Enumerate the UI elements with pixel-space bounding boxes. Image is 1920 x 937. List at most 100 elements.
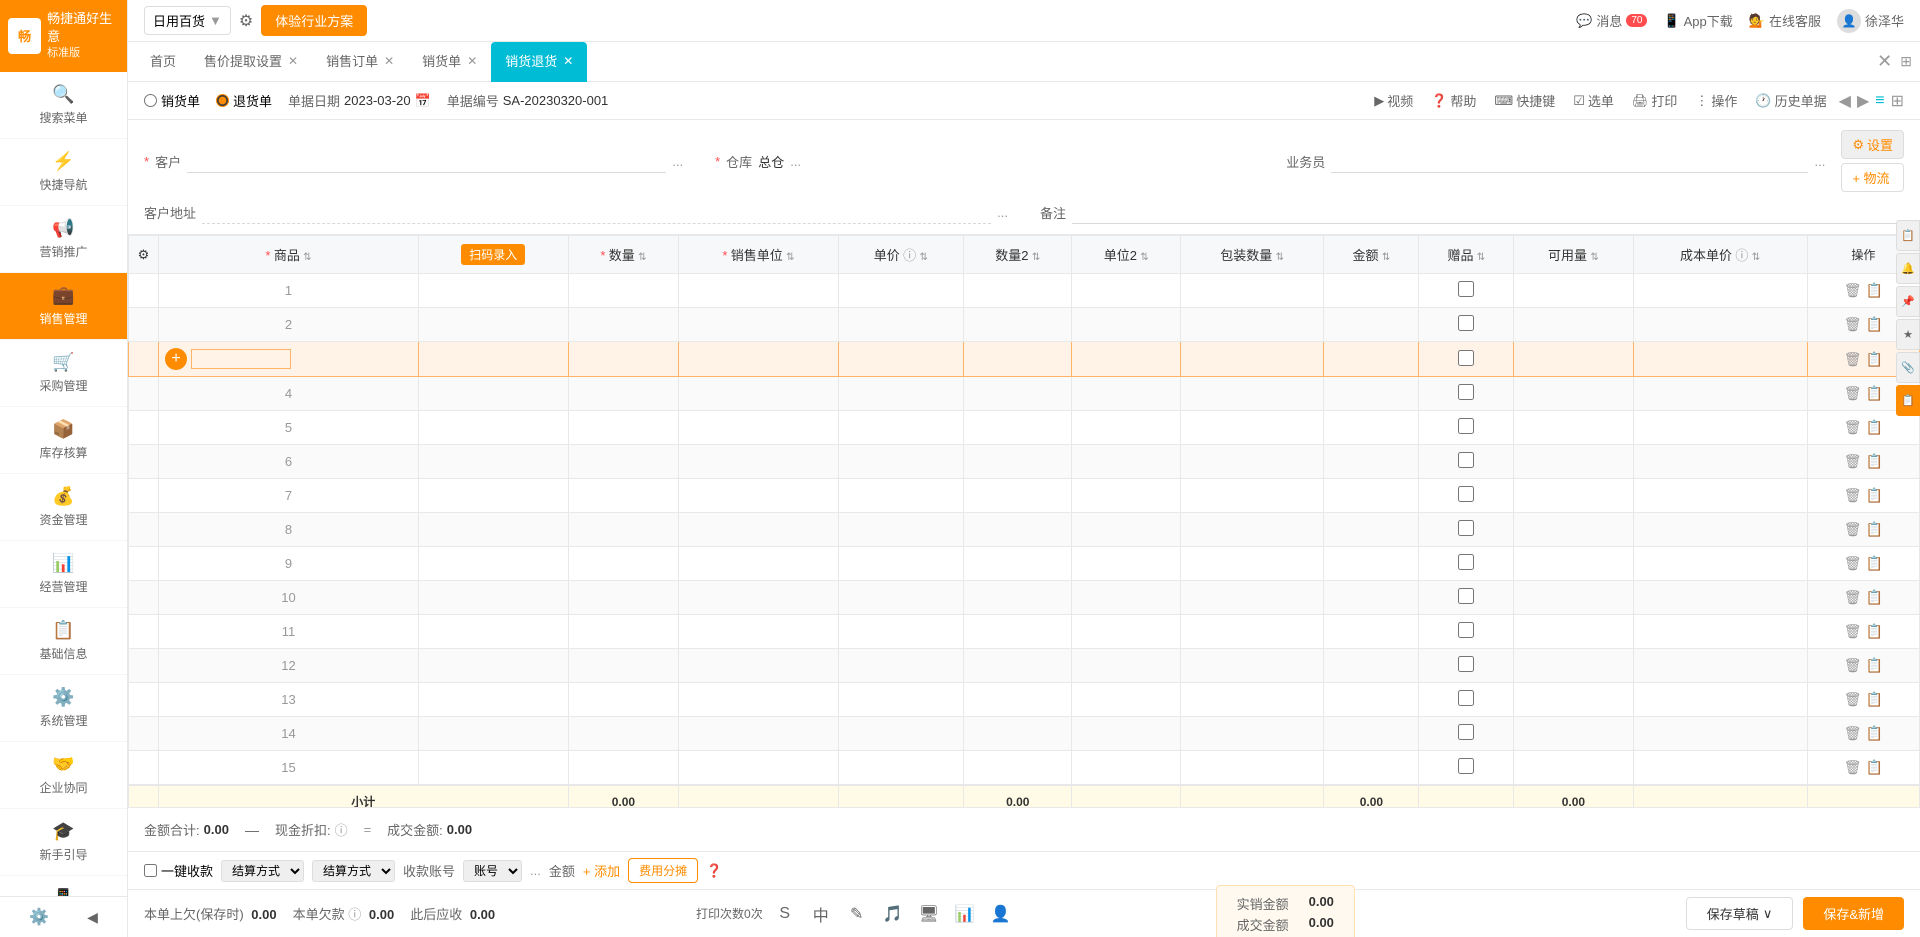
sidebar-item-finance[interactable]: 💰 资金管理: [0, 474, 127, 541]
footer-icon-4[interactable]: 🎵: [879, 900, 907, 928]
sort-qty2-icon[interactable]: ⇅: [1032, 252, 1040, 263]
calendar-icon[interactable]: 📅: [415, 93, 431, 109]
minus-icon[interactable]: —: [245, 822, 259, 838]
tab-sales-order[interactable]: 销售订单 ✕: [312, 42, 408, 82]
copy-row-icon-12[interactable]: 📋: [1866, 657, 1883, 674]
delete-row-icon-10[interactable]: 🗑: [1844, 589, 1862, 606]
footer-icon-3[interactable]: ✎: [843, 900, 871, 928]
sidebar-item-shortcut[interactable]: ⚡ 快捷导航: [0, 139, 127, 206]
sort-pkg-icon[interactable]: ⇅: [1276, 252, 1284, 263]
one-click-payment-checkbox[interactable]: [144, 864, 157, 877]
gift-checkbox-8[interactable]: [1458, 520, 1474, 536]
footer-icon-7[interactable]: 👤: [987, 900, 1015, 928]
tab-close-all-icon[interactable]: ✕: [1877, 51, 1892, 72]
col-package-qty-header[interactable]: 包装数量 ⇅: [1180, 236, 1324, 274]
sidebar-item-purchase[interactable]: 🛒 采购管理: [0, 340, 127, 407]
shortcut-btn[interactable]: ⌨ 快捷键: [1488, 88, 1561, 113]
return-radio[interactable]: [216, 94, 229, 107]
float-btn-6[interactable]: 📋: [1896, 385, 1920, 416]
delete-row-icon-13[interactable]: 🗑: [1844, 691, 1862, 708]
sidebar-item-sales[interactable]: 💼 销售管理: [0, 273, 127, 340]
industry-selector[interactable]: 日用百货 ▼: [144, 6, 231, 35]
gift-checkbox-2[interactable]: [1458, 315, 1474, 331]
return-radio-label[interactable]: 退货单: [216, 91, 272, 110]
col-sales-unit-header[interactable]: * 销售单位 ⇅: [679, 236, 838, 274]
tab-sales-return[interactable]: 销货退货 ✕: [491, 42, 587, 82]
delete-row-icon-12[interactable]: 🗑: [1844, 657, 1862, 674]
expense-split-btn[interactable]: 费用分摊: [628, 858, 698, 883]
col-product-header[interactable]: * 商品 ⇅: [159, 236, 419, 274]
footer-icon-2[interactable]: 中: [807, 900, 835, 928]
close-sales-order-tab[interactable]: ✕: [384, 54, 394, 68]
delete-row-icon-3[interactable]: 🗑: [1844, 351, 1862, 368]
copy-row-icon-11[interactable]: 📋: [1866, 623, 1883, 640]
tab-sales-delivery[interactable]: 销货单 ✕: [408, 42, 491, 82]
copy-row-icon-13[interactable]: 📋: [1866, 691, 1883, 708]
one-click-payment-label[interactable]: 一键收款: [144, 861, 213, 880]
gift-checkbox-6[interactable]: [1458, 452, 1474, 468]
copy-row-icon-10[interactable]: 📋: [1866, 589, 1883, 606]
sidebar-item-basic[interactable]: 📋 基础信息: [0, 608, 127, 675]
sort-product-icon[interactable]: ⇅: [303, 252, 311, 263]
delete-row-icon-1[interactable]: 🗑: [1844, 282, 1862, 299]
copy-row-icon-4[interactable]: 📋: [1866, 385, 1883, 402]
gift-checkbox-5[interactable]: [1458, 418, 1474, 434]
gift-checkbox-3[interactable]: [1458, 350, 1474, 366]
logistics-btn[interactable]: + 物流: [1841, 163, 1904, 192]
customer-input[interactable]: [187, 149, 666, 173]
save-draft-btn[interactable]: 保存草稿 ∨: [1686, 897, 1794, 930]
copy-row-icon-14[interactable]: 📋: [1866, 725, 1883, 742]
customer-dots[interactable]: ...: [672, 154, 683, 169]
float-btn-3[interactable]: 📌: [1896, 286, 1920, 317]
delete-row-icon-8[interactable]: 🗑: [1844, 521, 1862, 538]
sidebar-item-marketing[interactable]: 📢 营销推广: [0, 206, 127, 273]
sort-cost-icon[interactable]: ⇅: [1752, 252, 1760, 263]
delete-row-icon-15[interactable]: 🗑: [1844, 759, 1862, 776]
delete-row-icon-14[interactable]: 🗑: [1844, 725, 1862, 742]
sort-price-icon[interactable]: ⇅: [919, 252, 927, 263]
sidebar-collapse-icon[interactable]: ◀: [87, 909, 98, 926]
gift-checkbox-14[interactable]: [1458, 724, 1474, 740]
close-price-setting-tab[interactable]: ✕: [288, 54, 298, 68]
online-service-btn[interactable]: 💁 在线客服: [1749, 11, 1821, 30]
gift-checkbox-7[interactable]: [1458, 486, 1474, 502]
sidebar-item-app-center[interactable]: 📱 应用中心: [0, 876, 127, 896]
doc-settings-btn[interactable]: ⚙ 设置: [1841, 130, 1904, 159]
float-btn-5[interactable]: 📎: [1896, 352, 1920, 383]
delete-row-icon-6[interactable]: 🗑: [1844, 453, 1862, 470]
sort-qty-icon[interactable]: ⇅: [638, 252, 646, 263]
float-btn-2[interactable]: 🔔: [1896, 253, 1920, 284]
col-available-header[interactable]: 可用量 ⇅: [1514, 236, 1633, 274]
footer-icon-5[interactable]: 🖥: [915, 900, 943, 928]
gift-checkbox-15[interactable]: [1458, 758, 1474, 774]
copy-row-icon-7[interactable]: 📋: [1866, 487, 1883, 504]
print-btn[interactable]: 🖨 打印: [1626, 88, 1684, 113]
gift-checkbox-9[interactable]: [1458, 554, 1474, 570]
sidebar-settings-icon[interactable]: ⚙️: [29, 907, 49, 927]
sidebar-item-operations[interactable]: 📊 经营管理: [0, 541, 127, 608]
delete-row-icon-2[interactable]: 🗑: [1844, 316, 1862, 333]
sort-amount-icon[interactable]: ⇅: [1382, 252, 1390, 263]
col-unit2-header[interactable]: 单位2 ⇅: [1072, 236, 1180, 274]
grid-view-icon[interactable]: ⊞: [1891, 91, 1904, 111]
messages-btn[interactable]: 💬 消息 70: [1576, 11, 1647, 30]
copy-row-icon-2[interactable]: 📋: [1866, 316, 1883, 333]
settlement-select[interactable]: 结算方式: [221, 860, 304, 882]
delete-row-icon-4[interactable]: 🗑: [1844, 385, 1862, 402]
address-input[interactable]: [202, 200, 991, 224]
sidebar-item-search[interactable]: 🔍 搜索菜单: [0, 72, 127, 139]
settings-gear-icon[interactable]: ⚙: [239, 11, 253, 31]
salesperson-dots[interactable]: ...: [1814, 154, 1825, 169]
sidebar-item-coop[interactable]: 🤝 企业协同: [0, 742, 127, 809]
footer-icon-1[interactable]: S: [771, 900, 799, 928]
copy-row-icon-9[interactable]: 📋: [1866, 555, 1883, 572]
sales-radio[interactable]: [144, 94, 157, 107]
copy-row-icon-1[interactable]: 📋: [1866, 282, 1883, 299]
sort-unit2-icon[interactable]: ⇅: [1140, 252, 1148, 263]
col-gift-header[interactable]: 赠品 ⇅: [1419, 236, 1514, 274]
close-sales-delivery-tab[interactable]: ✕: [467, 54, 477, 68]
remarks-input[interactable]: [1072, 200, 1904, 224]
app-download-btn[interactable]: 📱 App下载: [1663, 11, 1732, 30]
delete-row-icon-11[interactable]: 🗑: [1844, 623, 1862, 640]
list-view-icon[interactable]: ≡: [1875, 92, 1884, 110]
